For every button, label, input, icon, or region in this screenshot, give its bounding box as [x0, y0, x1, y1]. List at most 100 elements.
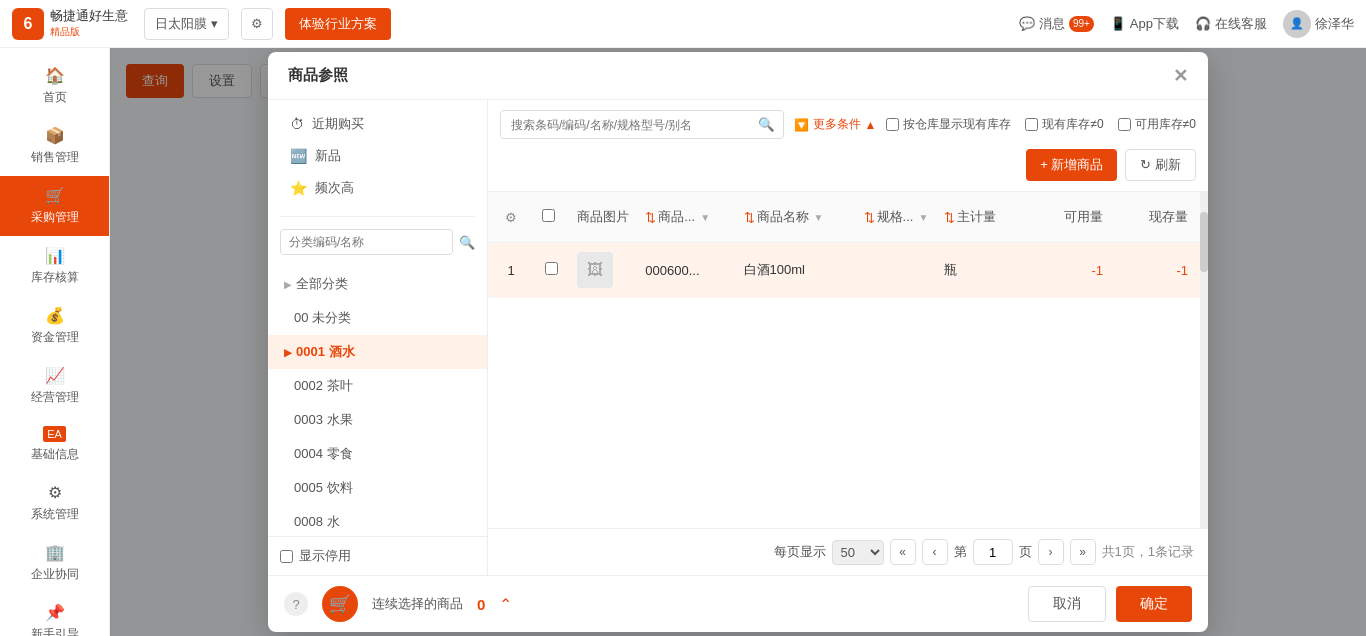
headset-icon: 🎧 — [1195, 16, 1211, 31]
user-area[interactable]: 👤 徐泽华 — [1283, 10, 1354, 38]
page-label: 第 — [954, 543, 967, 561]
show-disabled-label[interactable]: 显示停用 — [299, 547, 351, 565]
sidebar-item-guide[interactable]: 📌 新手引导 — [0, 593, 109, 636]
cart-icon: 🛒 — [329, 593, 351, 615]
cat-name-0008: 0008 水 — [294, 513, 340, 531]
filter-icon: 🔽 — [794, 118, 809, 132]
table-body: 1 🖼 — [488, 243, 1208, 298]
sidebar-item-basic[interactable]: EA 基础信息 — [0, 416, 109, 473]
avatar: 👤 — [1283, 10, 1311, 38]
cat-item-0002[interactable]: 0002 茶叶 — [268, 369, 487, 403]
category-search-input[interactable] — [280, 229, 453, 255]
checkbox-usable-ne0-item[interactable]: 可用库存≠0 — [1118, 116, 1196, 133]
code-sort-icon: ▼ — [700, 212, 710, 223]
th-product-code[interactable]: ⇅ 商品... ▼ — [637, 192, 735, 243]
scrollbar-track[interactable] — [1200, 192, 1208, 528]
cat-item-all[interactable]: ▶ 全部分类 — [268, 267, 487, 301]
modal-toolbar-right: + 新增商品 ↻ 刷新 — [1026, 149, 1196, 181]
first-page-button[interactable]: « — [890, 539, 916, 565]
cancel-button[interactable]: 取消 — [1028, 586, 1106, 622]
product-search-button[interactable]: 🔍 — [750, 111, 783, 138]
sidebar-item-inventory[interactable]: 📊 库存核算 — [0, 236, 109, 296]
checkbox-usable-ne0[interactable] — [1118, 118, 1131, 131]
chevron-down-icon: ▾ — [211, 16, 218, 31]
sidebar-label-purchase: 采购管理 — [31, 209, 79, 226]
cat-item-0005[interactable]: 0005 饮料 — [268, 471, 487, 505]
nav-selector[interactable]: 日太阳膜 ▾ — [144, 8, 229, 40]
quick-nav-new[interactable]: 🆕 新品 — [280, 140, 475, 172]
th-name-sort-icon: ⇅ — [744, 210, 755, 225]
cart-button[interactable]: 🛒 — [322, 586, 358, 622]
settings-gear-btn[interactable]: ⚙ — [241, 8, 273, 40]
quick-nav-recent[interactable]: ⏱ 近期购买 — [280, 108, 475, 140]
row-usable: -1 — [1015, 243, 1111, 298]
cat-item-0003[interactable]: 0003 水果 — [268, 403, 487, 437]
more-filter-button[interactable]: 🔽 更多条件 ▲ — [794, 116, 877, 133]
row-code: 000600... — [637, 243, 735, 298]
sidebar-item-enterprise[interactable]: 🏢 企业协同 — [0, 533, 109, 593]
cat-item-uncategorized[interactable]: 00 未分类 — [268, 301, 487, 335]
sidebar-item-sales[interactable]: 📦 销售管理 — [0, 116, 109, 176]
page-size-select[interactable]: 50 10 20 100 — [832, 540, 884, 565]
row-img-cell: 🖼 — [569, 243, 637, 298]
th-product-name[interactable]: ⇅ 商品名称 ▼ — [736, 192, 856, 243]
next-page-button[interactable]: › — [1038, 539, 1064, 565]
quick-nav-frequent[interactable]: ⭐ 频次高 — [280, 172, 475, 204]
table-row[interactable]: 1 🖼 — [488, 243, 1208, 298]
cat-item-0008[interactable]: 0008 水 — [268, 505, 487, 536]
try-solution-button[interactable]: 体验行业方案 — [285, 8, 391, 40]
collapse-cart-icon[interactable]: ⌃ — [499, 595, 512, 614]
checkbox-warehouse-item[interactable]: 按仓库显示现有库存 — [886, 116, 1011, 133]
spec-sort-icon: ▼ — [918, 212, 928, 223]
modal-right-panel: 🔍 🔽 更多条件 ▲ 按仓库显示现有库存 — [488, 100, 1208, 575]
top-nav: 6 畅捷通好生意 精品版 日太阳膜 ▾ ⚙ 体验行业方案 💬 消息 99+ 📱 … — [0, 0, 1366, 48]
page-total-info: 共1页，1条记录 — [1102, 543, 1194, 561]
modal-toolbar: 🔍 🔽 更多条件 ▲ 按仓库显示现有库存 — [488, 100, 1208, 192]
cat-item-0001[interactable]: ▶ 0001 酒水 — [268, 335, 487, 369]
scrollbar-thumb[interactable] — [1200, 212, 1208, 272]
cat-name-0003: 0003 水果 — [294, 411, 353, 429]
add-product-button[interactable]: + 新增商品 — [1026, 149, 1117, 181]
current-page-input[interactable] — [973, 539, 1013, 565]
row-checkbox[interactable] — [545, 262, 558, 275]
modal-left-panel: ⏱ 近期购买 🆕 新品 ⭐ 频次高 — [268, 100, 488, 575]
message-nav-item[interactable]: 💬 消息 99+ — [1019, 15, 1094, 33]
finance-icon: 💰 — [45, 306, 65, 325]
row-unit: 瓶 — [936, 243, 1015, 298]
modal-header: 商品参照 ✕ — [268, 52, 1208, 100]
cart-label: 连续选择的商品 — [372, 595, 463, 613]
checkbox-warehouse[interactable] — [886, 118, 899, 131]
modal-title: 商品参照 — [288, 66, 348, 85]
confirm-button[interactable]: 确定 — [1116, 586, 1192, 622]
cat-name-00: 00 未分类 — [294, 309, 351, 327]
table-settings-icon[interactable]: ⚙ — [496, 202, 526, 232]
last-page-button[interactable]: » — [1070, 539, 1096, 565]
sidebar-item-purchase[interactable]: 🛒 采购管理 — [0, 176, 109, 236]
select-all-checkbox[interactable] — [542, 209, 555, 222]
guide-icon: 📌 — [45, 603, 65, 622]
checkbox-stock-ne0[interactable] — [1025, 118, 1038, 131]
sidebar-item-finance[interactable]: 💰 资金管理 — [0, 296, 109, 356]
sidebar-label-system: 系统管理 — [31, 506, 79, 523]
logo-sub: 精品版 — [50, 25, 128, 39]
sidebar-label-basic: 基础信息 — [31, 446, 79, 463]
sidebar-item-operations[interactable]: 📈 经营管理 — [0, 356, 109, 416]
online-service-nav-item[interactable]: 🎧 在线客服 — [1195, 15, 1267, 33]
category-search-icon[interactable]: 🔍 — [459, 235, 475, 250]
th-unit-sort-icon: ⇅ — [944, 210, 955, 225]
sidebar-label-operations: 经营管理 — [31, 389, 79, 406]
show-disabled-checkbox[interactable] — [280, 550, 293, 563]
prev-page-button[interactable]: ‹ — [922, 539, 948, 565]
refresh-modal-button[interactable]: ↻ 刷新 — [1125, 149, 1196, 181]
cat-item-0004[interactable]: 0004 零食 — [268, 437, 487, 471]
sidebar-label-finance: 资金管理 — [31, 329, 79, 346]
cat-arrow-0001: ▶ — [284, 347, 292, 358]
checkbox-stock-ne0-item[interactable]: 现有库存≠0 — [1025, 116, 1103, 133]
modal-close-button[interactable]: ✕ — [1173, 67, 1188, 85]
sidebar-item-home[interactable]: 🏠 首页 — [0, 56, 109, 116]
help-icon-button[interactable]: ? — [284, 592, 308, 616]
th-spec[interactable]: ⇅ 规格... ▼ — [856, 192, 937, 243]
sidebar-item-system[interactable]: ⚙ 系统管理 — [0, 473, 109, 533]
app-download-nav-item[interactable]: 📱 App下载 — [1110, 15, 1179, 33]
product-search-input[interactable] — [501, 112, 750, 138]
